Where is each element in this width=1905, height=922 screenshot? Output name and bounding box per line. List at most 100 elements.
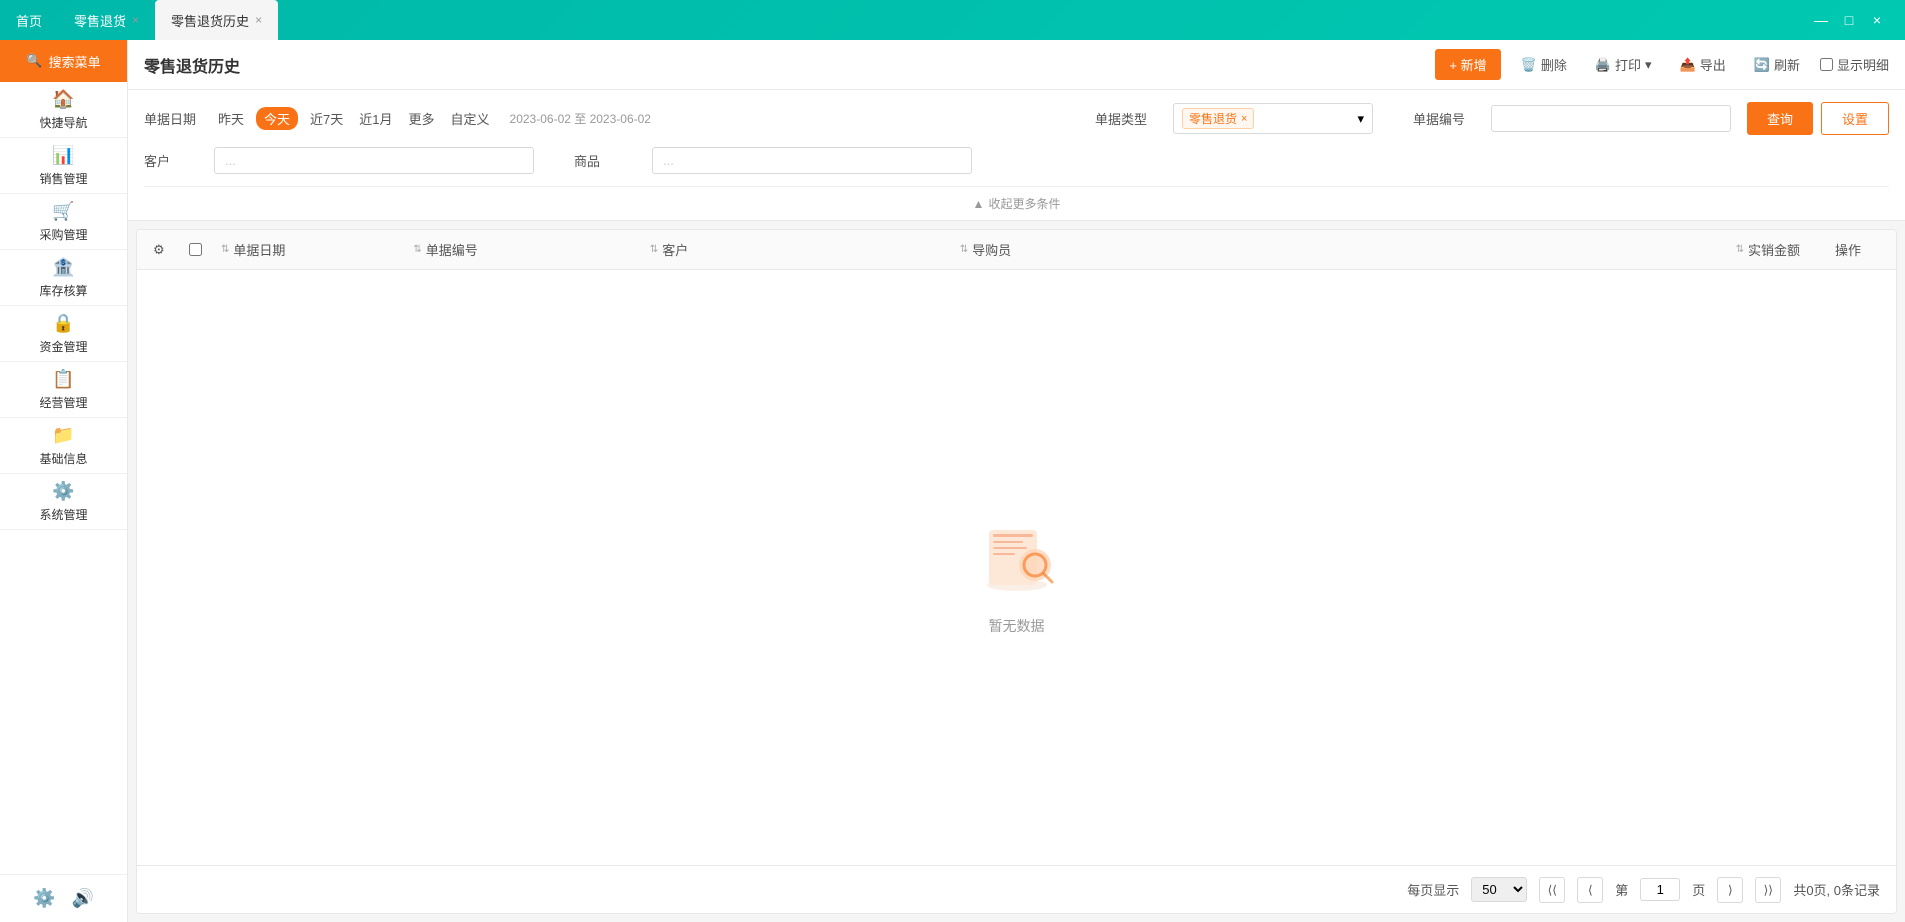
collapse-icon: ▲ [973, 197, 985, 211]
customer-filter-input[interactable] [214, 147, 534, 174]
sidebar-search[interactable]: 🔍 搜索菜单 [0, 40, 127, 82]
tab-return-history[interactable]: 零售退货历史 × [155, 0, 278, 40]
sort-icon-amount: ⇅ [1736, 244, 1744, 255]
date-option-today[interactable]: 今天 [256, 107, 298, 130]
select-all-checkbox[interactable] [189, 243, 202, 256]
close-window-button[interactable]: × [1865, 8, 1889, 32]
next-page-button[interactable]: ⟩ [1717, 877, 1743, 903]
th-amount[interactable]: ⇅ 实销金额 [1645, 240, 1808, 259]
pagination-bar: 每页显示 20 50 100 ⟨⟨ ⟨ 第 页 ⟩ ⟩⟩ 共0页, 0条记录 [137, 865, 1896, 913]
th-action: 操作 [1808, 240, 1888, 259]
bank-icon: 🏦 [52, 257, 74, 278]
sidebar-item-finance[interactable]: 🔒 资金管理 [0, 306, 127, 362]
per-page-label: 每页显示 [1407, 880, 1459, 899]
sidebar-item-sales[interactable]: 📊 销售管理 [0, 138, 127, 194]
page-label-prefix: 第 [1615, 880, 1628, 899]
minimize-button[interactable]: — [1809, 8, 1833, 32]
sidebar-item-base-info[interactable]: 📁 基础信息 [0, 418, 127, 474]
export-icon: 📤 [1680, 57, 1696, 73]
th-setting[interactable]: ⚙ [145, 242, 177, 258]
home-icon: 🏠 [52, 89, 74, 110]
filter-row-customer: 客户 商品 [144, 147, 1889, 174]
th-checkbox[interactable] [177, 243, 213, 256]
maximize-button[interactable]: □ [1837, 8, 1861, 32]
prev-page-button[interactable]: ⟨ [1577, 877, 1603, 903]
window-controls: — □ × [1805, 8, 1905, 32]
code-filter-label: 单据编号 [1413, 109, 1483, 128]
setting-gear-icon[interactable]: ⚙ [153, 242, 165, 258]
sort-icon-date: ⇅ [221, 244, 229, 255]
sidebar-item-quick-nav[interactable]: 🏠 快捷导航 [0, 82, 127, 138]
new-button[interactable]: + 新增 [1435, 49, 1500, 80]
tab-return[interactable]: 零售退货 × [58, 0, 155, 40]
sort-icon-guide: ⇅ [960, 244, 968, 255]
date-options: 昨天 今天 近7天 近1月 更多 自定义 2023-06-02 至 2023-0… [214, 107, 651, 130]
date-option-yesterday[interactable]: 昨天 [214, 107, 248, 130]
th-code[interactable]: ⇅ 单据编号 [405, 240, 641, 259]
filter-item-type: 单据类型 零售退货 × ▾ [1095, 103, 1373, 134]
type-select[interactable]: 零售退货 × ▾ [1173, 103, 1373, 134]
clipboard-icon: 📋 [52, 369, 74, 390]
close-tab-return-icon[interactable]: × [132, 13, 139, 27]
date-option-more[interactable]: 更多 [405, 107, 439, 130]
last-page-button[interactable]: ⟩⟩ [1755, 877, 1781, 903]
folder-icon: 📁 [52, 425, 74, 446]
goods-filter-input[interactable] [652, 147, 972, 174]
settings-icon[interactable]: ⚙️ [33, 888, 55, 909]
show-detail-checkbox[interactable]: 显示明细 [1820, 55, 1889, 74]
th-customer[interactable]: ⇅ 客户 [642, 240, 952, 259]
header-actions: + 新增 🗑️ 删除 🖨️ 打印 ▾ 📤 导出 🔄 刷新 [1435, 49, 1889, 80]
page-title: 零售退货历史 [144, 53, 1435, 77]
sidebar-item-operations[interactable]: 📋 经营管理 [0, 362, 127, 418]
th-guide[interactable]: ⇅ 导购员 [952, 240, 1188, 259]
remove-type-tag[interactable]: × [1241, 113, 1247, 125]
date-option-7days[interactable]: 近7天 [306, 107, 347, 130]
content-area: 零售退货历史 + 新增 🗑️ 删除 🖨️ 打印 ▾ 📤 导出 🔄 [128, 40, 1905, 922]
sidebar-item-purchase[interactable]: 🛒 采购管理 [0, 194, 127, 250]
print-button[interactable]: 🖨️ 打印 ▾ [1587, 51, 1660, 78]
page-number-input[interactable] [1640, 878, 1680, 901]
table-wrapper: ⚙ ⇅ 单据日期 ⇅ 单据编号 ⇅ 客户 ⇅ [136, 229, 1897, 914]
page-label-suffix: 页 [1692, 880, 1705, 899]
collapse-bar[interactable]: ▲ 收起更多条件 [144, 186, 1889, 220]
query-button[interactable]: 查询 [1747, 102, 1813, 135]
filter-row-date: 单据日期 昨天 今天 近7天 近1月 更多 自定义 2023-06-02 至 2… [144, 102, 1889, 135]
empty-state: 暂无数据 [137, 270, 1896, 865]
show-detail-input[interactable] [1820, 58, 1833, 71]
date-option-custom[interactable]: 自定义 [447, 107, 494, 130]
cart-icon: 🛒 [52, 201, 74, 222]
type-filter-label: 单据类型 [1095, 109, 1165, 128]
th-date[interactable]: ⇅ 单据日期 [213, 240, 405, 259]
filter-area: 单据日期 昨天 今天 近7天 近1月 更多 自定义 2023-06-02 至 2… [128, 90, 1905, 221]
sort-icon-customer: ⇅ [650, 244, 658, 255]
filter-item-code: 单据编号 [1413, 105, 1731, 132]
sidebar-item-system[interactable]: ⚙️ 系统管理 [0, 474, 127, 530]
lock-icon: 🔒 [52, 313, 74, 334]
print-icon: 🖨️ [1595, 57, 1611, 73]
type-tag: 零售退货 × [1182, 108, 1254, 129]
empty-text: 暂无数据 [989, 616, 1045, 636]
refresh-button[interactable]: 🔄 刷新 [1746, 51, 1808, 78]
date-range-display: 2023-06-02 至 2023-06-02 [510, 110, 651, 127]
delete-icon: 🗑️ [1521, 57, 1537, 73]
empty-illustration [967, 500, 1067, 600]
table-header: ⚙ ⇅ 单据日期 ⇅ 单据编号 ⇅ 客户 ⇅ [137, 230, 1896, 270]
customer-filter-label: 客户 [144, 151, 214, 170]
sidebar-item-inventory[interactable]: 🏦 库存核算 [0, 250, 127, 306]
date-filter-label: 单据日期 [144, 109, 214, 128]
delete-button[interactable]: 🗑️ 删除 [1513, 51, 1575, 78]
refresh-icon: 🔄 [1754, 57, 1770, 73]
page-size-select[interactable]: 20 50 100 [1471, 877, 1527, 902]
close-tab-return-history-icon[interactable]: × [255, 13, 262, 27]
print-dropdown-icon: ▾ [1645, 57, 1652, 73]
volume-icon[interactable]: 🔊 [72, 888, 94, 909]
first-page-button[interactable]: ⟨⟨ [1539, 877, 1565, 903]
sidebar-bottom: ⚙️ 🔊 [0, 874, 127, 922]
type-select-dropdown-icon: ▾ [1357, 111, 1364, 127]
settings-button[interactable]: 设置 [1821, 102, 1889, 135]
export-button[interactable]: 📤 导出 [1672, 51, 1734, 78]
date-option-1month[interactable]: 近1月 [355, 107, 396, 130]
code-filter-input[interactable] [1491, 105, 1731, 132]
top-bar: 首页 零售退货 × 零售退货历史 × — □ × [0, 0, 1905, 40]
tab-home[interactable]: 首页 [0, 0, 58, 40]
